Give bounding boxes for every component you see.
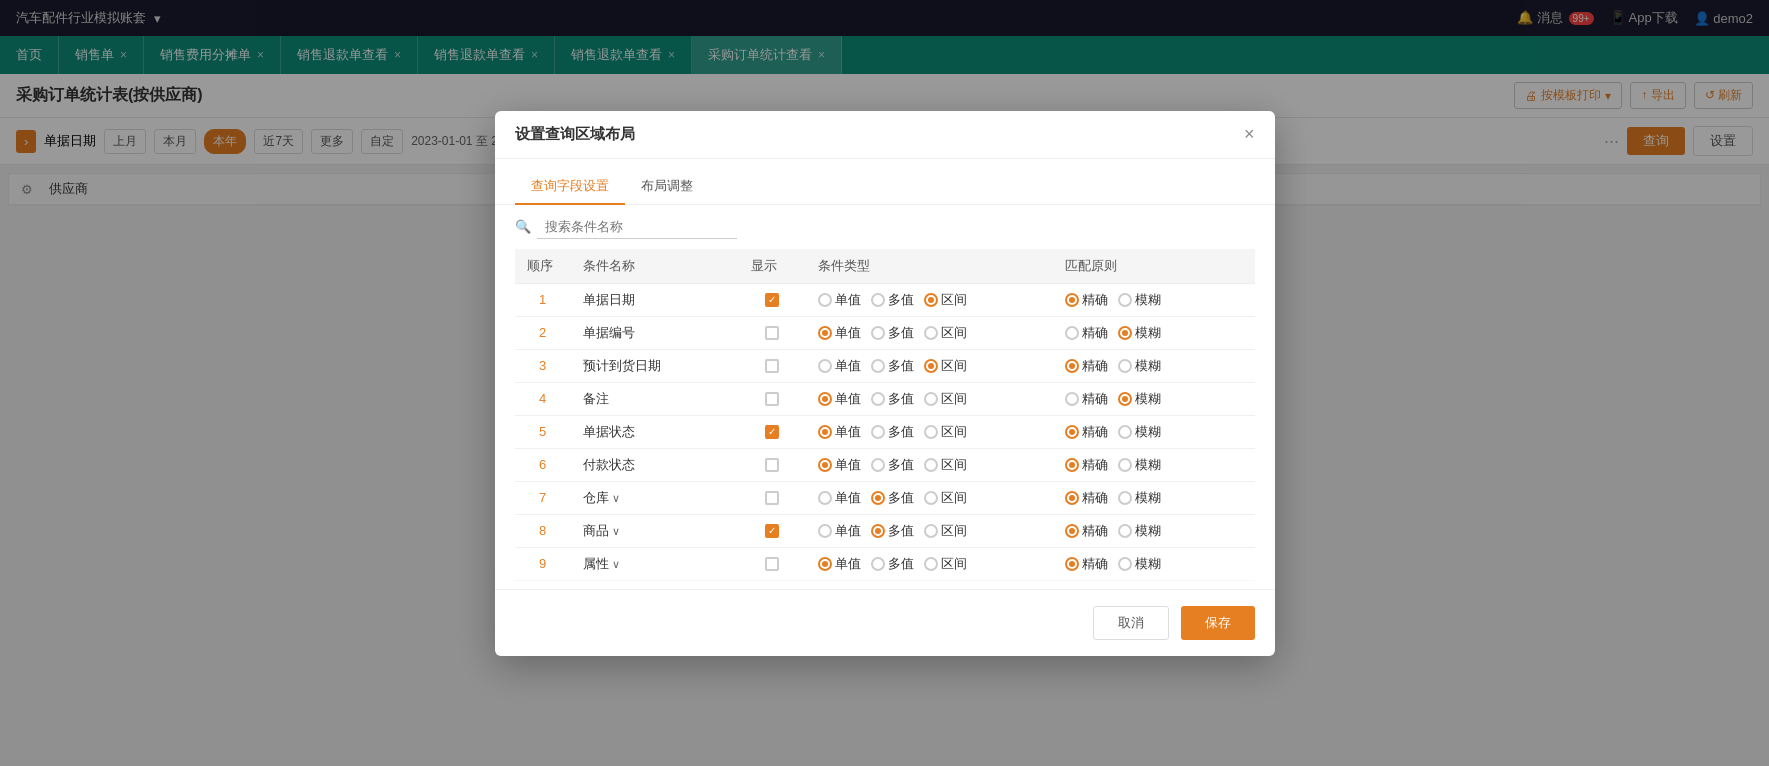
tab-layout-adjust[interactable]: 布局调整 [625, 169, 709, 205]
tab-layout-adjust-label: 布局调整 [641, 178, 693, 193]
dialog-close-button[interactable]: × [1244, 125, 1255, 143]
dialog-header: 设置查询区域布局 × [495, 111, 1275, 159]
search-row: 🔍 [495, 205, 1275, 215]
modal-overlay[interactable]: 设置查询区域布局 × 查询字段设置 布局调整 🔍 顺序 [0, 0, 1769, 214]
tab-query-fields[interactable]: 查询字段设置 [515, 169, 625, 205]
settings-dialog: 设置查询区域布局 × 查询字段设置 布局调整 🔍 顺序 [495, 111, 1275, 215]
dialog-title: 设置查询区域布局 [515, 125, 635, 144]
tab-query-fields-label: 查询字段设置 [531, 178, 609, 193]
dialog-tabs: 查询字段设置 布局调整 [495, 159, 1275, 205]
